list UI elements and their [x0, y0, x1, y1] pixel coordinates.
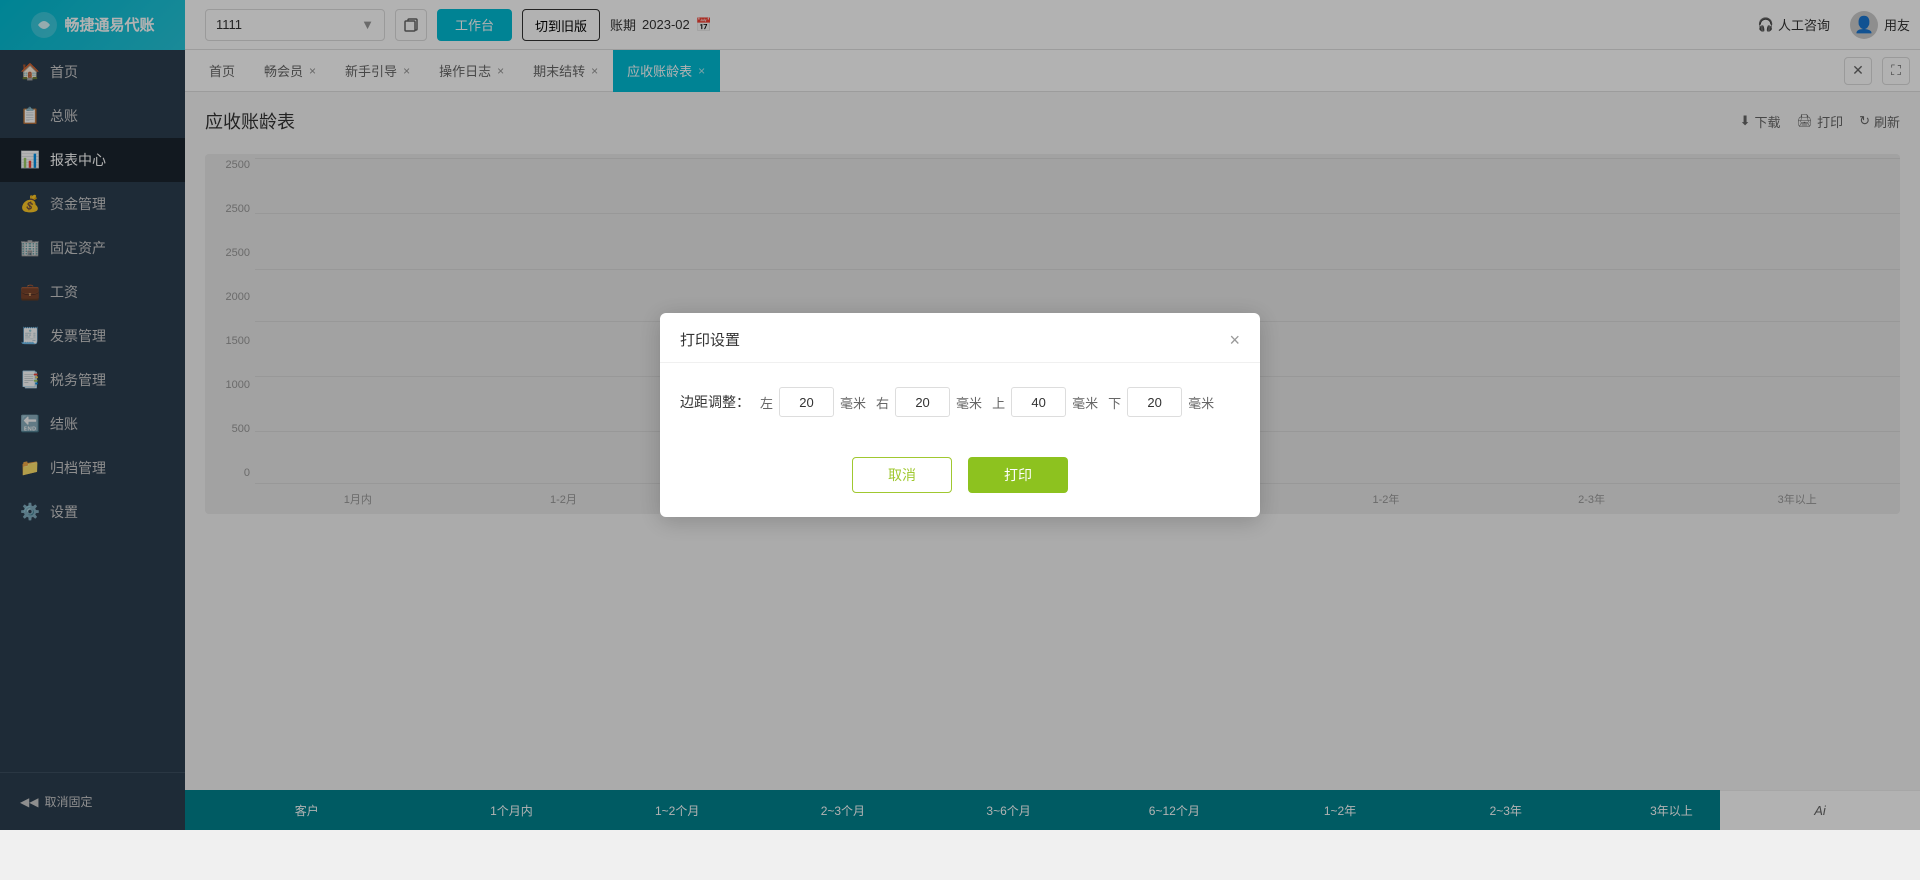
dialog-close-button[interactable]: × — [1229, 331, 1240, 349]
dialog-header: 打印设置 × — [660, 313, 1260, 363]
cancel-button[interactable]: 取消 — [852, 457, 952, 493]
right-direction-label: 右 — [876, 393, 889, 412]
margin-bottom-group: 下 毫米 — [1108, 387, 1214, 417]
left-direction-label: 左 — [760, 393, 773, 412]
dialog-body: 边距调整： 左 毫米 右 毫米 上 毫米 下 — [660, 363, 1260, 457]
confirm-print-button[interactable]: 打印 — [968, 457, 1068, 493]
top-margin-input[interactable] — [1011, 387, 1066, 417]
margin-left-group: 左 毫米 — [760, 387, 866, 417]
print-settings-dialog: 打印设置 × 边距调整： 左 毫米 右 毫米 上 毫米 — [660, 313, 1260, 517]
right-unit: 毫米 — [956, 393, 982, 412]
margin-right-group: 右 毫米 — [876, 387, 982, 417]
margin-top-group: 上 毫米 — [992, 387, 1098, 417]
left-unit: 毫米 — [840, 393, 866, 412]
dialog-title: 打印设置 — [680, 329, 740, 350]
bottom-unit: 毫米 — [1188, 393, 1214, 412]
left-margin-input[interactable] — [779, 387, 834, 417]
bottom-margin-input[interactable] — [1127, 387, 1182, 417]
bottom-direction-label: 下 — [1108, 393, 1121, 412]
top-unit: 毫米 — [1072, 393, 1098, 412]
dialog-overlay[interactable]: 打印设置 × 边距调整： 左 毫米 右 毫米 上 毫米 — [0, 0, 1920, 830]
margin-label: 边距调整： — [680, 392, 750, 412]
margin-row: 边距调整： 左 毫米 右 毫米 上 毫米 下 — [680, 387, 1240, 417]
top-direction-label: 上 — [992, 393, 1005, 412]
dialog-footer: 取消 打印 — [660, 457, 1260, 517]
right-margin-input[interactable] — [895, 387, 950, 417]
